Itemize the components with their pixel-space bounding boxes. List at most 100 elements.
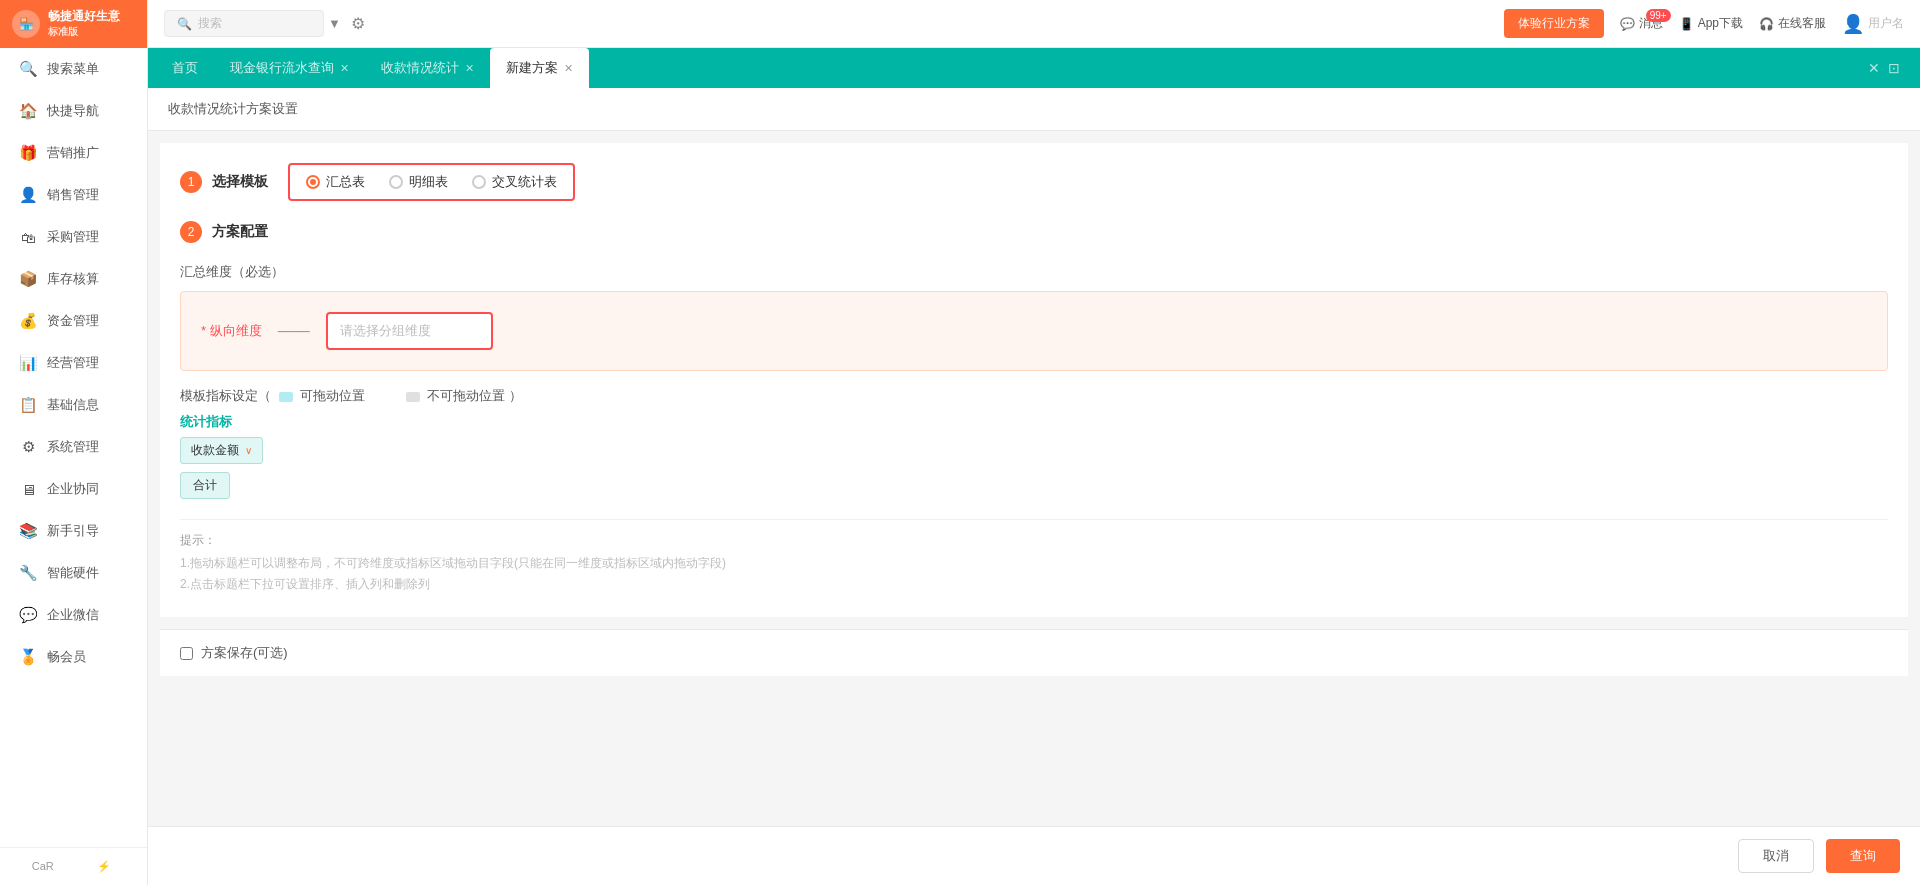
- sidebar-bottom-item1[interactable]: CaR: [16, 860, 70, 873]
- app-download-label: App下载: [1698, 15, 1743, 32]
- system-icon: ⚙: [19, 438, 37, 456]
- sidebar-item-sales[interactable]: 👤 销售管理: [0, 174, 147, 216]
- tips-item2: 2.点击标题栏下拉可设置排序、插入列和删除列: [180, 576, 1888, 593]
- tab-collection-stats[interactable]: 收款情况统计 ✕: [365, 48, 490, 88]
- sidebar-item-inventory[interactable]: 📦 库存核算: [0, 258, 147, 300]
- query-button[interactable]: 查询: [1826, 839, 1900, 873]
- sidebar-item-label: 智能硬件: [47, 564, 99, 582]
- tab-new-plan-close[interactable]: ✕: [564, 63, 573, 74]
- headset-icon: 🎧: [1759, 17, 1774, 31]
- metrics-tag-row: 收款金额 ∨: [180, 437, 1888, 464]
- metrics-section-label: 统计指标: [180, 413, 1888, 431]
- metrics-content: 统计指标 收款金额 ∨ 合计: [180, 413, 1888, 499]
- sidebar: 🏪 畅捷通好生意 标准版 🔍 搜索菜单 🏠 快捷导航 🎁 营销推广 👤 销售管理…: [0, 0, 148, 885]
- search-bar[interactable]: 🔍 搜索: [164, 10, 324, 37]
- sidebar-item-smart-hardware[interactable]: 🔧 智能硬件: [0, 552, 147, 594]
- user-icon: 👤: [1842, 13, 1864, 35]
- metrics-section: 模板指标设定（ 可拖动位置 不可拖动位置 ） 统计指标 收款金额 ∨: [180, 387, 1888, 499]
- app-name: 畅捷通好生意: [48, 9, 120, 25]
- metrics-sub-tag-label: 合计: [193, 477, 217, 494]
- dimension-area: 汇总维度（必选） * 纵向维度 —— 请选择分组维度: [180, 263, 1888, 371]
- sidebar-item-label: 搜索菜单: [47, 60, 99, 78]
- dimension-select[interactable]: 请选择分组维度: [326, 312, 493, 350]
- maximize-icon[interactable]: ⊡: [1888, 60, 1900, 76]
- online-service-btn[interactable]: 🎧 在线客服: [1759, 15, 1826, 32]
- tab-collection-stats-close[interactable]: ✕: [465, 63, 474, 74]
- sidebar-item-membership[interactable]: 🏅 畅会员: [0, 636, 147, 678]
- sidebar-item-search-menu[interactable]: 🔍 搜索菜单: [0, 48, 147, 90]
- radio-cross-circle: [472, 175, 486, 189]
- username: 用户名: [1868, 15, 1904, 32]
- trial-btn[interactable]: 体验行业方案: [1504, 9, 1604, 38]
- tab-new-plan[interactable]: 新建方案 ✕: [490, 48, 589, 88]
- sidebar-item-label: 库存核算: [47, 270, 99, 288]
- membership-icon: 🏅: [19, 648, 37, 666]
- user-avatar[interactable]: 👤 用户名: [1842, 13, 1904, 35]
- draggable-legend-color: [279, 392, 293, 402]
- save-checkbox[interactable]: [180, 647, 193, 660]
- step2-label: 方案配置: [212, 223, 268, 241]
- metrics-tag-label: 收款金额: [191, 442, 239, 459]
- basic-info-icon: 📋: [19, 396, 37, 414]
- main-area: 🔍 搜索 ▼ ⚙ 体验行业方案 💬 消息 99+ 📱 App下载 🎧 在线客服 …: [148, 0, 1920, 885]
- enterprise-wechat-icon: 💬: [19, 606, 37, 624]
- operations-icon: 📊: [19, 354, 37, 372]
- step1-row: 1 选择模板 汇总表 明细表 交叉统计表: [180, 163, 1888, 201]
- metrics-title: 模板指标设定（ 可拖动位置 不可拖动位置 ）: [180, 387, 1888, 405]
- sidebar-item-label: 系统管理: [47, 438, 99, 456]
- sidebar-item-label: 基础信息: [47, 396, 99, 414]
- content-section: 1 选择模板 汇总表 明细表 交叉统计表: [160, 143, 1908, 617]
- tab-bank-flow[interactable]: 现金银行流水查询 ✕: [214, 48, 365, 88]
- sidebar-bottom: CaR ⚡: [0, 847, 147, 885]
- sidebar-item-enterprise-wechat[interactable]: 💬 企业微信: [0, 594, 147, 636]
- gear-icon[interactable]: ⚙: [351, 14, 365, 33]
- chevron-down-icon: ∨: [245, 445, 252, 456]
- radio-detail-label: 明细表: [409, 173, 448, 191]
- header: 🔍 搜索 ▼ ⚙ 体验行业方案 💬 消息 99+ 📱 App下载 🎧 在线客服 …: [148, 0, 1920, 48]
- app-download-btn[interactable]: 📱 App下载: [1679, 15, 1743, 32]
- tab-bank-flow-close[interactable]: ✕: [340, 63, 349, 74]
- sidebar-item-finance[interactable]: 💰 资金管理: [0, 300, 147, 342]
- sidebar-item-label: 企业协同: [47, 480, 99, 498]
- sidebar-item-purchase[interactable]: 🛍 采购管理: [0, 216, 147, 258]
- metrics-sub-tag[interactable]: 合计: [180, 472, 230, 499]
- sidebar-item-beginner[interactable]: 📚 新手引导: [0, 510, 147, 552]
- sidebar-item-label: 经营管理: [47, 354, 99, 372]
- cancel-button[interactable]: 取消: [1738, 839, 1814, 873]
- sidebar-item-marketing[interactable]: 🎁 营销推广: [0, 132, 147, 174]
- sidebar-item-basic-info[interactable]: 📋 基础信息: [0, 384, 147, 426]
- radio-cross[interactable]: 交叉统计表: [472, 173, 557, 191]
- close-window-icon[interactable]: ✕: [1868, 60, 1880, 76]
- marketing-icon: 🎁: [19, 144, 37, 162]
- radio-cross-label: 交叉统计表: [492, 173, 557, 191]
- dimension-title: 汇总维度（必选）: [180, 263, 1888, 281]
- radio-summary[interactable]: 汇总表: [306, 173, 365, 191]
- sales-icon: 👤: [19, 186, 37, 204]
- enterprise-collab-icon: 🖥: [19, 481, 37, 498]
- sidebar-item-enterprise-collab[interactable]: 🖥 企业协同: [0, 468, 147, 510]
- finance-icon: 💰: [19, 312, 37, 330]
- save-row: 方案保存(可选): [160, 629, 1908, 676]
- sidebar-item-label: 销售管理: [47, 186, 99, 204]
- radio-detail[interactable]: 明细表: [389, 173, 448, 191]
- sidebar-item-operations[interactable]: 📊 经营管理: [0, 342, 147, 384]
- dimension-title-text: 汇总维度（必选）: [180, 264, 284, 279]
- page-header: 收款情况统计方案设置: [148, 88, 1920, 131]
- dimension-arrow: ——: [278, 322, 310, 340]
- sidebar-item-system[interactable]: ⚙ 系统管理: [0, 426, 147, 468]
- app-edition: 标准版: [48, 25, 120, 39]
- sidebar-item-quick-nav[interactable]: 🏠 快捷导航: [0, 90, 147, 132]
- smart-hardware-icon: 🔧: [19, 564, 37, 582]
- metrics-tag[interactable]: 收款金额 ∨: [180, 437, 263, 464]
- chevron-down-icon[interactable]: ▼: [328, 16, 341, 31]
- tab-home[interactable]: 首页: [156, 48, 214, 88]
- message-btn[interactable]: 💬 消息 99+: [1620, 15, 1663, 32]
- tab-bar: 首页 现金银行流水查询 ✕ 收款情况统计 ✕ 新建方案 ✕ ✕ ⊡: [148, 48, 1920, 88]
- sidebar-item-label: 新手引导: [47, 522, 99, 540]
- sidebar-item-label: 资金管理: [47, 312, 99, 330]
- step1-label: 选择模板: [212, 173, 268, 191]
- dimension-row: * 纵向维度 —— 请选择分组维度: [201, 312, 493, 350]
- sidebar-bottom-item2[interactable]: ⚡: [78, 860, 132, 873]
- template-radio-group: 汇总表 明细表 交叉统计表: [288, 163, 575, 201]
- inventory-icon: 📦: [19, 270, 37, 288]
